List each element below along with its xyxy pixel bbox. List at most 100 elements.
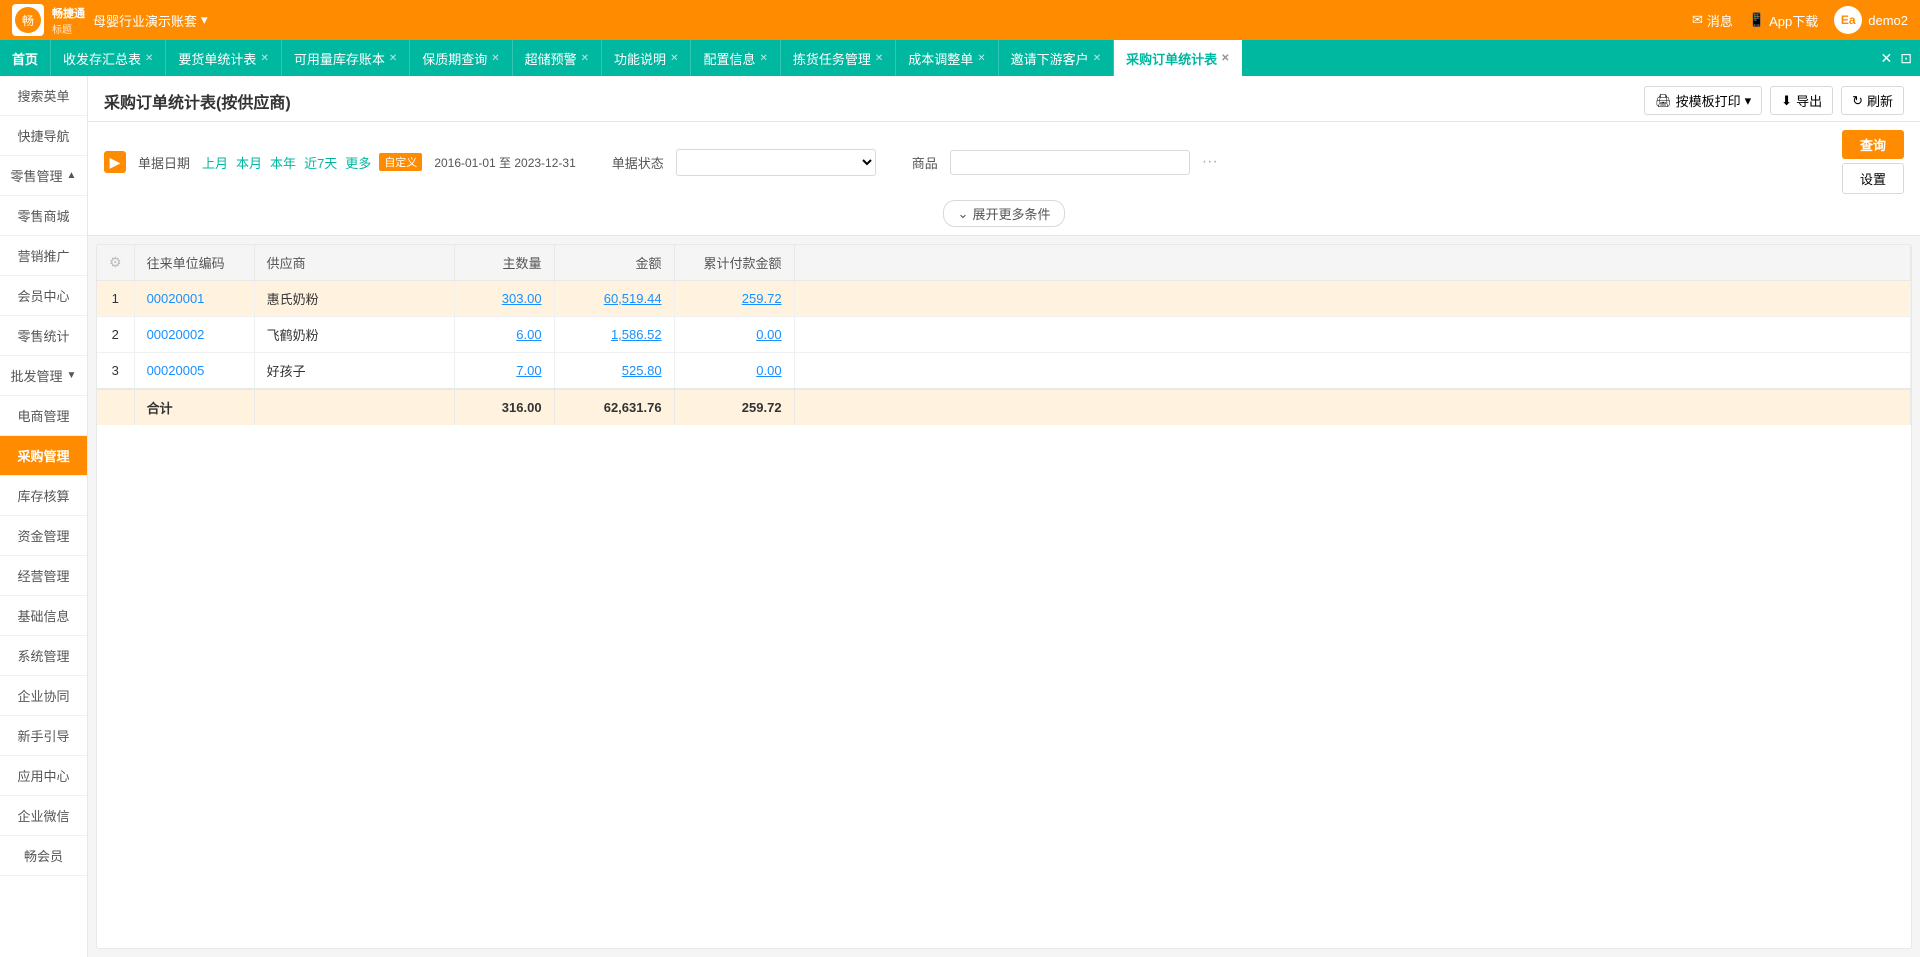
sidebar-item-qiyexietong[interactable]: 企业协同 (0, 676, 87, 716)
status-label: 单据状态 (612, 153, 664, 172)
filter-toggle-btn[interactable]: ▶ (104, 151, 126, 173)
status-select[interactable] (676, 149, 876, 176)
sidebar-item-sousuoyingdan[interactable]: 搜索英单 (0, 76, 87, 116)
sidebar-item-lingshoshangcheng[interactable]: 零售商城 (0, 196, 87, 236)
row-amount[interactable]: 1,586.52 (554, 317, 674, 353)
tab-baoquanqixun[interactable]: 保质期查询 ✕ (410, 40, 512, 76)
row-code[interactable]: 00020001 (134, 281, 254, 317)
export-btn[interactable]: ⬇ 导出 (1770, 86, 1833, 115)
sidebar-item-lingshotonji[interactable]: 零售统计 (0, 316, 87, 356)
tab-caigoudingdantongji[interactable]: 采购订单统计表 ✕ (1114, 40, 1242, 76)
sidebar-item-diansshangguanli[interactable]: 电商管理 (0, 396, 87, 436)
tab-caigoudingdantongji-label: 采购订单统计表 (1126, 49, 1217, 68)
sidebar-item-yingxiaotuiguang[interactable]: 营销推广 (0, 236, 87, 276)
sidebar: 搜索英单 快捷导航 零售管理 ▲ 零售商城 营销推广 会员中心 零售统计 批发管… (0, 76, 88, 957)
col-header-supplier: 供应商 (254, 245, 454, 281)
settings-btn[interactable]: 设置 (1842, 163, 1904, 194)
tab-chengbenTiaozheng-close[interactable]: ✕ (977, 53, 985, 64)
col-header-amount: 金额 (554, 245, 674, 281)
tab-chaocuyujing-close[interactable]: ✕ (581, 53, 589, 64)
col-header-check: ⚙ (97, 245, 134, 281)
date-range-display: 2016-01-01 至 2023-12-31 (434, 154, 575, 171)
tab-chaocuyujing[interactable]: 超储预警 ✕ (513, 40, 602, 76)
sidebar-item-kucunhesuan[interactable]: 库存核算 (0, 476, 87, 516)
date-this-month[interactable]: 本月 (236, 153, 262, 172)
goods-input[interactable] (950, 150, 1190, 175)
tab-home[interactable]: 首页 (0, 40, 51, 76)
sidebar-item-kuaijiedaohang[interactable]: 快捷导航 (0, 116, 87, 156)
content-area: 采购订单统计表(按供应商) 🖨 按模板打印 ▾ ⬇ 导出 ↻ 刷新 (88, 76, 1920, 957)
top-bar-right: ✉ 消息 📱 App下载 Ea demo2 (1692, 6, 1908, 34)
tab-yaoqingxiayouke[interactable]: 邀请下游客户 ✕ (999, 40, 1114, 76)
sidebar-item-huiyuanzhongxin[interactable]: 会员中心 (0, 276, 87, 316)
sidebar-item-jinggyingguanli[interactable]: 经营管理 (0, 556, 87, 596)
tab-gongngshuoming-close[interactable]: ✕ (670, 53, 678, 64)
tab-baoquanqixun-close[interactable]: ✕ (491, 53, 499, 64)
template-print-btn[interactable]: 🖨 按模板打印 ▾ (1644, 86, 1762, 115)
sidebar-item-lingshoguanli[interactable]: 零售管理 ▲ (0, 156, 87, 196)
date-last-month[interactable]: 上月 (202, 153, 228, 172)
sidebar-item-xitongguanli[interactable]: 系统管理 (0, 636, 87, 676)
sidebar-item-yingyongzhongxin[interactable]: 应用中心 (0, 756, 87, 796)
date-last-7-days[interactable]: 近7天 (304, 153, 337, 172)
refresh-btn[interactable]: ↻ 刷新 (1841, 86, 1904, 115)
column-settings-icon[interactable]: ⚙ (109, 254, 122, 270)
tab-caigoudingdantongji-close[interactable]: ✕ (1221, 53, 1229, 64)
tab-pihuorenwu-close[interactable]: ✕ (875, 53, 883, 64)
row-num: 3 (97, 353, 134, 390)
sidebar-item-label: 新手引导 (17, 729, 69, 744)
tab-keyongliangkucun[interactable]: 可用量库存账本 ✕ (282, 40, 410, 76)
tab-yaoqingxiayouke-close[interactable]: ✕ (1093, 53, 1101, 64)
tab-peizhixinxi[interactable]: 配置信息 ✕ (691, 40, 780, 76)
row-qty[interactable]: 6.00 (454, 317, 554, 353)
date-this-year[interactable]: 本年 (270, 153, 296, 172)
sidebar-item-changhyuian[interactable]: 畅会员 (0, 836, 87, 876)
col-header-extra (794, 245, 1910, 281)
top-bar: 畅 畅捷通 标题 母婴行业演示账套 ▾ ✉ 消息 📱 App下载 Ea demo… (0, 0, 1920, 40)
tab-pihuorenwu[interactable]: 拣货任务管理 ✕ (781, 40, 896, 76)
row-qty[interactable]: 303.00 (454, 281, 554, 317)
expand-more-btn[interactable]: ⌄ 展开更多条件 (943, 200, 1066, 227)
sidebar-item-jichuxinxi[interactable]: 基础信息 (0, 596, 87, 636)
account-dropdown[interactable]: 母婴行业演示账套 ▾ (93, 11, 208, 30)
tab-keyongliangkucun-close[interactable]: ✕ (389, 53, 397, 64)
app-download-btn[interactable]: 📱 App下载 (1749, 11, 1818, 30)
row-code[interactable]: 00020005 (134, 353, 254, 390)
tab-yaohuodangtongji[interactable]: 要货单统计表 ✕ (166, 40, 281, 76)
sidebar-item-qiyeweixin[interactable]: 企业微信 (0, 796, 87, 836)
tab-peizhixinxi-close[interactable]: ✕ (759, 53, 767, 64)
message-btn[interactable]: ✉ 消息 (1692, 11, 1733, 30)
tab-restore-btn[interactable]: ⊡ (1900, 50, 1912, 67)
row-amount[interactable]: 60,519.44 (554, 281, 674, 317)
query-btn[interactable]: 查询 (1842, 130, 1904, 159)
sidebar-item-zijinguanli[interactable]: 资金管理 (0, 516, 87, 556)
row-code[interactable]: 00020002 (134, 317, 254, 353)
tab-pihuorenwu-label: 拣货任务管理 (793, 49, 871, 68)
date-custom-badge[interactable]: 自定义 (379, 153, 422, 171)
tab-yaohuodangtongji-close[interactable]: ✕ (260, 53, 268, 64)
date-range-text: 2016-01-01 至 2023-12-31 (434, 154, 575, 171)
goods-more-icon[interactable]: ··· (1202, 153, 1218, 171)
sidebar-item-label: 库存核算 (17, 489, 69, 504)
row-paid[interactable]: 0.00 (674, 317, 794, 353)
row-paid[interactable]: 259.72 (674, 281, 794, 317)
printer-icon: 🖨 (1655, 93, 1672, 109)
filter-right-btns: 查询 设置 (1842, 130, 1904, 194)
expand-more-label: 展开更多条件 (972, 204, 1050, 223)
tab-chengbenTiaozheng[interactable]: 成本调整单 ✕ (896, 40, 998, 76)
table-row: 3 00020005 好孩子 7.00 525.80 0.00 (97, 353, 1911, 390)
date-more[interactable]: 更多 (345, 153, 371, 172)
row-paid[interactable]: 0.00 (674, 353, 794, 390)
row-amount[interactable]: 525.80 (554, 353, 674, 390)
sidebar-item-caigouguanli[interactable]: 采购管理 (0, 436, 87, 476)
tab-gongngshuoming[interactable]: 功能说明 ✕ (602, 40, 691, 76)
row-qty[interactable]: 7.00 (454, 353, 554, 390)
tab-shoufahuizong-close[interactable]: ✕ (145, 53, 153, 64)
tab-close-all-btn[interactable]: ✕ (1881, 50, 1893, 67)
table-header-row: ⚙ 往来单位编码 供应商 主数量 金额 (97, 245, 1911, 281)
user-area[interactable]: Ea demo2 (1834, 6, 1908, 34)
sidebar-item-pifaguanli[interactable]: 批发管理 ▼ (0, 356, 87, 396)
tab-shoufahuizong[interactable]: 收发存汇总表 ✕ (51, 40, 166, 76)
tab-peizhixinxi-label: 配置信息 (703, 49, 755, 68)
sidebar-item-xinshouyindao[interactable]: 新手引导 (0, 716, 87, 756)
